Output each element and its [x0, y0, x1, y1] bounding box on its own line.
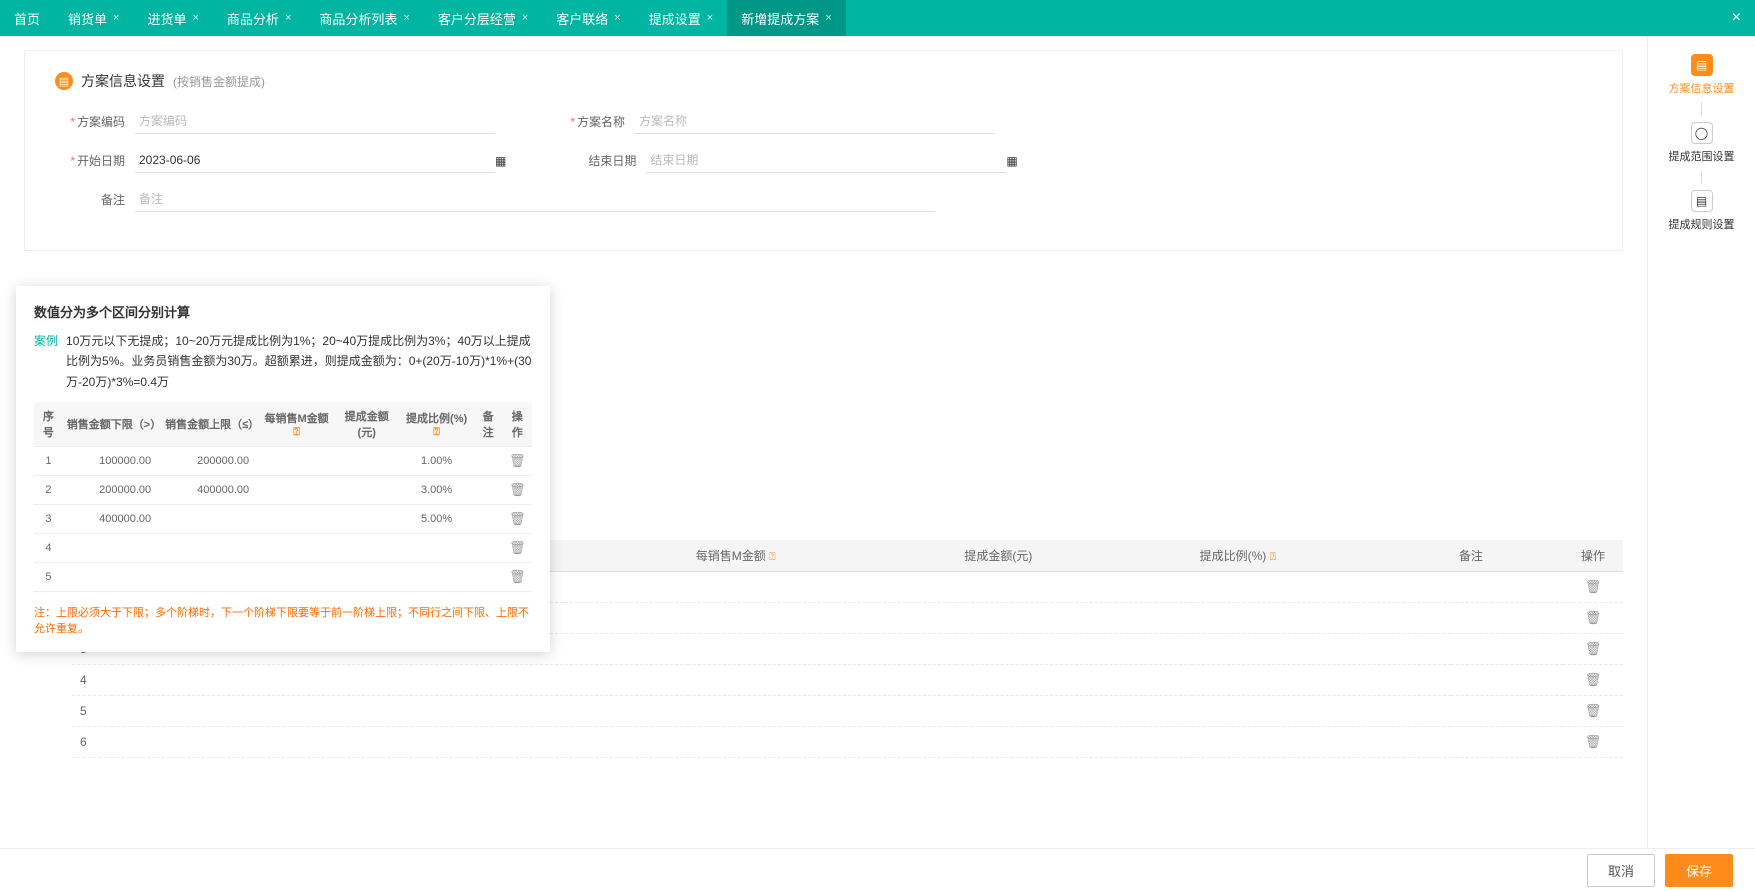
popover-note: 注：上限必须大于下限；多个阶梯时，下一个阶梯下限要等于前一阶梯上限；不同行之间下…: [34, 604, 532, 636]
tab-5[interactable]: 客户分层经营×: [424, 0, 542, 36]
name-label: *方案名称: [555, 113, 625, 130]
close-icon[interactable]: ×: [707, 12, 713, 24]
close-all-icon[interactable]: ×: [1718, 9, 1755, 27]
cancel-button[interactable]: 取消: [1587, 854, 1655, 887]
close-icon[interactable]: ×: [192, 12, 198, 24]
step-nav: ▤ 方案信息设置 ◯ 提成范围设置 ▤ 提成规则设置: [1647, 36, 1755, 848]
table-row: 4🗑: [34, 534, 532, 563]
example-text: 10万元以下无提成；10~20万元提成比例为1%；20~40万提成比例为3%；4…: [66, 331, 532, 392]
calendar-icon[interactable]: ▦: [1006, 154, 1017, 168]
example-table: 序号销售金额下限（>）销售金额上限（≤）每销售M金额 ⍰提成金额(元)提成比例(…: [34, 402, 532, 592]
help-icon[interactable]: ⍰: [433, 426, 440, 438]
step-scope[interactable]: ◯ 提成范围设置: [1669, 122, 1735, 164]
footer-actions: 取消 保存: [0, 848, 1755, 892]
delete-icon[interactable]: 🗑: [1585, 672, 1602, 687]
tab-7[interactable]: 提成设置×: [635, 0, 727, 36]
section-icon: ▤: [55, 72, 73, 90]
remark-label: 备注: [55, 191, 125, 208]
delete-icon[interactable]: 🗑: [509, 453, 526, 468]
help-icon[interactable]: ⍰: [293, 426, 300, 438]
close-icon[interactable]: ×: [285, 12, 291, 24]
top-tabbar: 首页销货单×进货单×商品分析×商品分析列表×客户分层经营×客户联络×提成设置×新…: [0, 0, 1755, 36]
main-area: ▤ 方案信息设置 (按销售金额提成) *方案编码 *方案名称 *开始日期 ▦: [0, 36, 1647, 848]
delete-icon[interactable]: 🗑: [1585, 610, 1602, 625]
save-button[interactable]: 保存: [1665, 854, 1733, 887]
th-amount: 提成金额(元): [956, 540, 1191, 572]
step-icon: ◯: [1691, 122, 1713, 144]
th-percent: 提成比例(%) ⍰: [1192, 540, 1451, 572]
tab-6[interactable]: 客户联络×: [542, 0, 634, 36]
delete-icon[interactable]: 🗑: [1585, 641, 1602, 656]
table-row[interactable]: 4🗑: [72, 665, 1623, 696]
table-row: 2200000.00400000.003.00%🗑: [34, 476, 532, 505]
delete-icon[interactable]: 🗑: [1585, 703, 1602, 718]
delete-icon[interactable]: 🗑: [509, 511, 526, 526]
table-row: 1100000.00200000.001.00%🗑: [34, 447, 532, 476]
step-plan-info[interactable]: ▤ 方案信息设置: [1669, 54, 1735, 96]
close-icon[interactable]: ×: [614, 12, 620, 24]
popover-title: 数值分为多个区间分别计算: [34, 302, 532, 321]
delete-icon[interactable]: 🗑: [1585, 579, 1602, 594]
tab-3[interactable]: 商品分析×: [213, 0, 305, 36]
code-label: *方案编码: [55, 113, 125, 130]
code-input[interactable]: [135, 109, 495, 134]
section-title: 方案信息设置: [81, 71, 165, 91]
step-rule[interactable]: ▤ 提成规则设置: [1669, 190, 1735, 232]
table-row[interactable]: 6🗑: [72, 727, 1623, 758]
step-icon: ▤: [1691, 190, 1713, 212]
section-subtitle: (按销售金额提成): [173, 73, 265, 90]
tab-1[interactable]: 销货单×: [54, 0, 133, 36]
delete-icon[interactable]: 🗑: [1585, 734, 1602, 749]
remark-input[interactable]: [135, 187, 935, 212]
name-input[interactable]: [635, 109, 995, 134]
table-row: 3400000.005.00%🗑: [34, 505, 532, 534]
step-icon: ▤: [1691, 54, 1713, 76]
example-tag: 案例: [34, 331, 58, 392]
tab-2[interactable]: 进货单×: [133, 0, 212, 36]
table-row[interactable]: 5🗑: [72, 696, 1623, 727]
start-date-label: *开始日期: [55, 152, 125, 169]
start-date-input[interactable]: [135, 148, 495, 173]
close-icon[interactable]: ×: [113, 12, 119, 24]
delete-icon[interactable]: 🗑: [509, 482, 526, 497]
table-row: 5🗑: [34, 563, 532, 592]
tab-0[interactable]: 首页: [0, 0, 54, 36]
end-date-input[interactable]: [646, 148, 1006, 173]
tab-4[interactable]: 商品分析列表×: [305, 0, 423, 36]
th-remark: 备注: [1451, 540, 1563, 572]
help-icon[interactable]: ⍰: [769, 551, 776, 563]
example-popover: 数值分为多个区间分别计算 案例 10万元以下无提成；10~20万元提成比例为1%…: [16, 286, 550, 652]
th-op: 操作: [1563, 540, 1623, 572]
plan-info-card: ▤ 方案信息设置 (按销售金额提成) *方案编码 *方案名称 *开始日期 ▦: [24, 50, 1623, 251]
calendar-icon[interactable]: ▦: [495, 154, 506, 168]
help-icon[interactable]: ⍰: [1270, 551, 1277, 563]
close-icon[interactable]: ×: [522, 12, 528, 24]
close-icon[interactable]: ×: [825, 12, 831, 24]
close-icon[interactable]: ×: [403, 12, 409, 24]
delete-icon[interactable]: 🗑: [509, 569, 526, 584]
delete-icon[interactable]: 🗑: [509, 540, 526, 555]
th-m: 每销售M金额 ⍰: [688, 540, 957, 572]
end-date-label: 结束日期: [566, 152, 636, 169]
tab-8[interactable]: 新增提成方案×: [727, 0, 845, 36]
